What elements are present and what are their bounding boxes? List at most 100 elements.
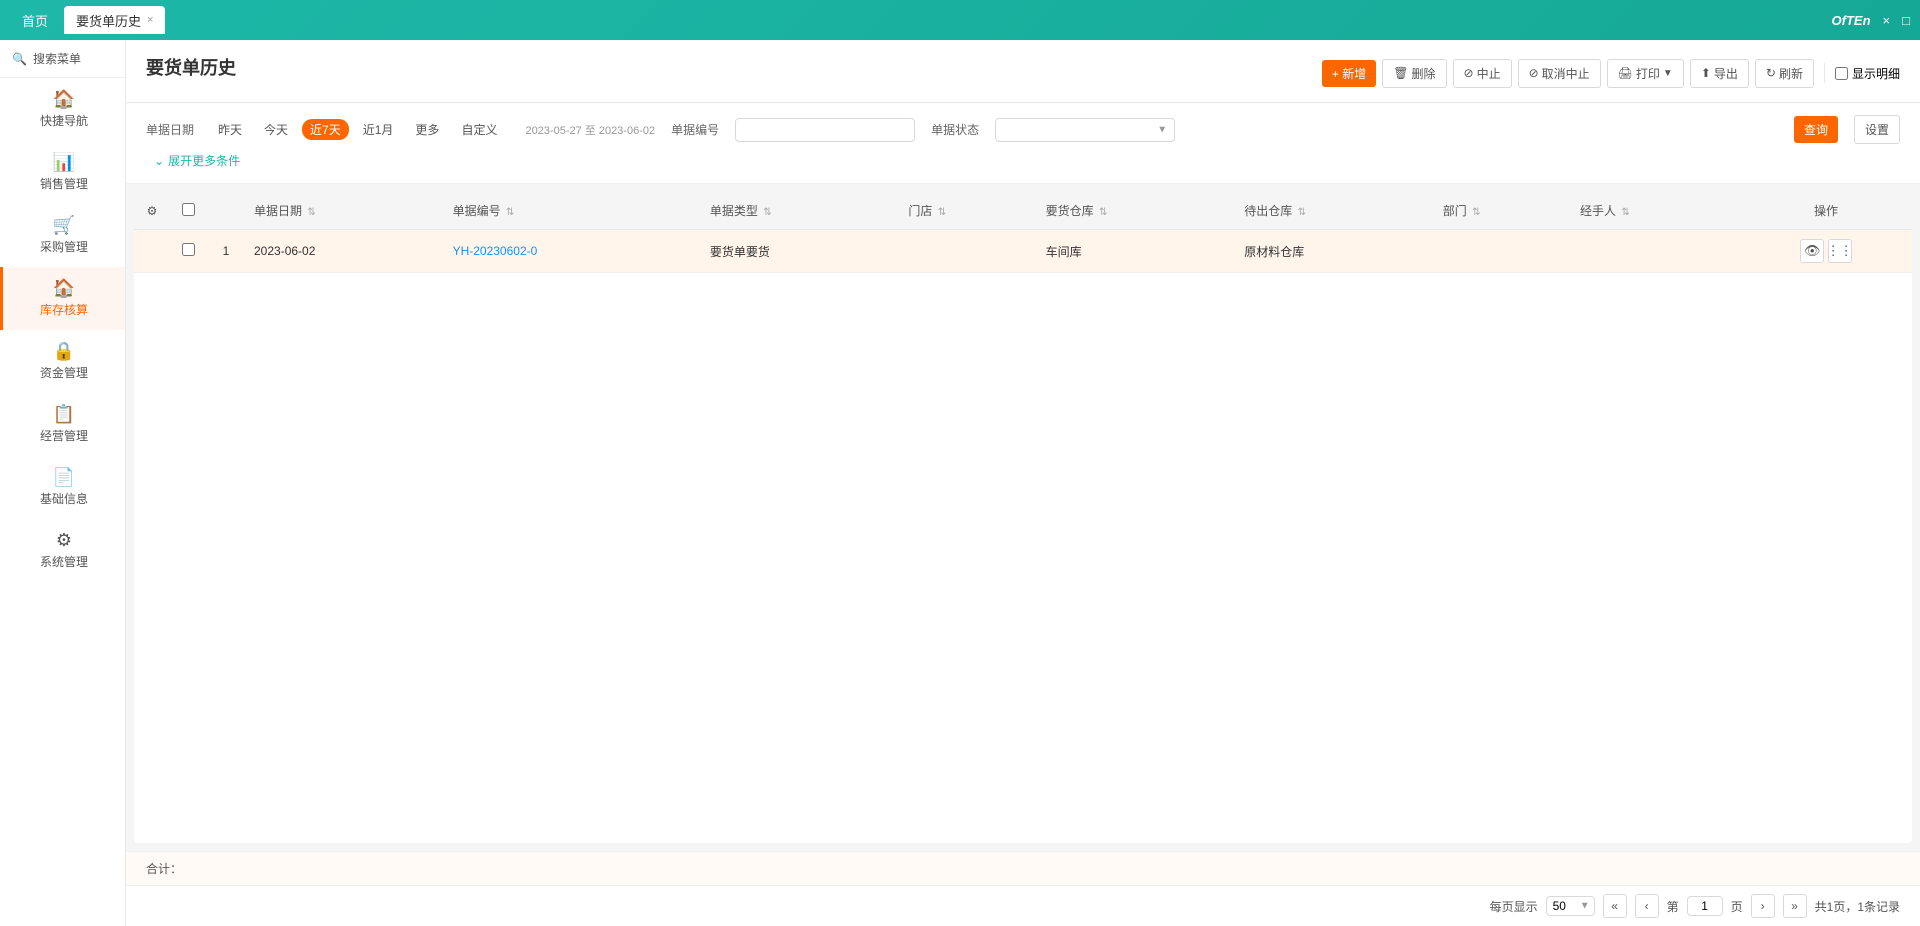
row-store-cell (900, 230, 1037, 273)
cancel-stop-button[interactable]: ⊘ 取消中止 (1518, 59, 1601, 88)
date-option-today[interactable]: 今天 (256, 119, 296, 140)
col-doc-date[interactable]: 单据日期 ⇅ (246, 192, 445, 230)
page-size-select[interactable]: 50 100 200 (1546, 896, 1595, 916)
page-size-label: 每页显示 (1490, 898, 1538, 915)
page-number-input[interactable] (1687, 896, 1723, 916)
show-detail-checkbox[interactable] (1835, 67, 1848, 80)
total-label: 合计： (146, 860, 182, 877)
sidebar-item-system[interactable]: ⚙ 系统管理 (0, 519, 125, 582)
page-last-btn[interactable]: » (1783, 894, 1807, 918)
refresh-button[interactable]: ↻ 刷新 (1755, 59, 1814, 88)
col-doc-type[interactable]: 单据类型 ⇅ (702, 192, 901, 230)
select-all-checkbox[interactable] (182, 203, 195, 216)
row-doc-type-cell: 要货单要货 (702, 230, 901, 273)
data-table: ⚙ 单据日期 ⇅ 单据编号 ⇅ (134, 192, 1912, 273)
sidebar-item-inventory[interactable]: 🏠 库存核算 (0, 267, 125, 330)
tab-doc-history[interactable]: 要货单历史 × (64, 6, 165, 34)
system-icon: ⚙ (56, 531, 72, 549)
expand-more-btn[interactable]: ⌄ 展开更多条件 (146, 148, 1900, 173)
row-checkbox[interactable] (182, 243, 195, 256)
page-first-btn[interactable]: « (1603, 894, 1627, 918)
tab-home[interactable]: 首页 (10, 6, 60, 34)
query-button[interactable]: 查询 (1794, 116, 1838, 143)
sidebar-item-operation-label: 经营管理 (40, 427, 88, 444)
operation-icon: 📋 (53, 405, 75, 423)
col-num (206, 192, 246, 230)
col-settings[interactable]: ⚙ (134, 192, 170, 230)
docno-filter-input[interactable] (735, 118, 915, 142)
docno-filter-label: 单据编号 (671, 121, 719, 138)
sort-icon-waitwh: ⇅ (1298, 207, 1306, 218)
settings-button[interactable]: 设置 (1854, 115, 1900, 144)
sort-icon-handler: ⇅ (1621, 207, 1629, 218)
status-filter-select[interactable] (995, 118, 1175, 142)
sidebar-item-sales[interactable]: 📊 销售管理 (0, 141, 125, 204)
sidebar-item-quick-nav[interactable]: 🏠 快捷导航 (0, 78, 125, 141)
col-doc-no[interactable]: 单据编号 ⇅ (445, 192, 702, 230)
col-wait-warehouse[interactable]: 待出仓库 ⇅ (1236, 192, 1435, 230)
show-detail-toggle[interactable]: 显示明细 (1835, 65, 1900, 82)
date-option-more[interactable]: 更多 (407, 119, 447, 140)
date-option-yesterday[interactable]: 昨天 (210, 119, 250, 140)
delete-button[interactable]: 🗑 删除 (1382, 59, 1446, 88)
row-wait-wh-cell: 原材料仓库 (1236, 230, 1435, 273)
cancel-stop-icon: ⊘ (1529, 66, 1539, 80)
pagination-total-info: 共1页，1条记录 (1815, 898, 1900, 915)
date-option-7days[interactable]: 近7天 (302, 119, 349, 140)
sort-icon-reqwh: ⇅ (1099, 207, 1107, 218)
sidebar-search[interactable]: 🔍 搜索菜单 (0, 40, 125, 78)
sidebar-item-purchase[interactable]: 🛒 采购管理 (0, 204, 125, 267)
sidebar-item-finance[interactable]: 🔒 资金管理 (0, 330, 125, 393)
page-size-wrap: 50 100 200 (1546, 896, 1595, 916)
row-doc-date-cell: 2023-06-02 (246, 230, 445, 273)
row-dept-cell (1435, 230, 1572, 273)
refresh-icon: ↻ (1766, 66, 1776, 80)
export-icon: ⬆ (1701, 66, 1711, 80)
status-filter-label: 单据状态 (931, 121, 979, 138)
sidebar: 🔍 搜索菜单 🏠 快捷导航 📊 销售管理 🛒 采购管理 🏠 库存核算 🔒 资金管… (0, 40, 126, 926)
sort-icon-store: ⇅ (938, 207, 946, 218)
expand-icon: ⌄ (154, 154, 164, 168)
sidebar-item-operation[interactable]: 📋 经营管理 (0, 393, 125, 456)
page-header: 要货单历史 + 新增 🗑 删除 ⊘ 中止 ⊘ 取消中止 (126, 40, 1920, 103)
date-option-1month[interactable]: 近1月 (355, 119, 402, 140)
tab-doc-history-label: 要货单历史 (76, 11, 141, 30)
tab-home-label: 首页 (22, 11, 48, 30)
table-row: 1 2023-06-02 YH-20230602-0 要货单要货 车间库 原材料… (134, 230, 1912, 273)
layout: 🔍 搜索菜单 🏠 快捷导航 📊 销售管理 🛒 采购管理 🏠 库存核算 🔒 资金管… (0, 40, 1920, 926)
print-arrow: ▼ (1663, 68, 1673, 79)
date-options: 昨天 今天 近7天 近1月 更多 自定义 (210, 119, 505, 140)
sales-icon: 📊 (53, 153, 75, 171)
brand-label: OfTEn (1832, 13, 1871, 28)
row-action-view[interactable]: 👁 (1800, 239, 1824, 263)
sort-icon-docno: ⇅ (506, 207, 514, 218)
window-maximize[interactable]: □ (1902, 13, 1910, 28)
row-doc-no-cell[interactable]: YH-20230602-0 (445, 230, 702, 273)
col-checkbox[interactable] (170, 192, 206, 230)
col-store[interactable]: 门店 ⇅ (900, 192, 1037, 230)
col-req-warehouse[interactable]: 要货仓库 ⇅ (1038, 192, 1237, 230)
page-prev-btn[interactable]: ‹ (1635, 894, 1659, 918)
sidebar-item-inventory-label: 库存核算 (40, 301, 88, 318)
export-button[interactable]: ⬆ 导出 (1690, 59, 1749, 88)
col-handler[interactable]: 经手人 ⇅ (1572, 192, 1740, 230)
col-dept[interactable]: 部门 ⇅ (1435, 192, 1572, 230)
sort-icon-doctype: ⇅ (763, 207, 771, 218)
sort-icon-docdate: ⇅ (307, 207, 315, 218)
print-button[interactable]: 🖨 打印 ▼ (1607, 59, 1684, 88)
new-button[interactable]: + 新增 (1322, 60, 1376, 87)
page-title: 要货单历史 (146, 54, 236, 80)
delete-icon: 🗑 (1393, 66, 1408, 80)
sidebar-item-basic-info[interactable]: 📄 基础信息 (0, 456, 125, 519)
sidebar-item-quick-nav-label: 快捷导航 (40, 112, 88, 129)
inventory-icon: 🏠 (53, 279, 75, 297)
date-option-custom[interactable]: 自定义 (453, 119, 505, 140)
pagination-bar: 每页显示 50 100 200 « ‹ 第 页 › » 共1页，1条记录 (126, 885, 1920, 926)
row-checkbox-cell[interactable] (170, 230, 206, 273)
page-next-btn[interactable]: › (1751, 894, 1775, 918)
top-bar-right: OfTEn × □ (1832, 13, 1910, 28)
close-icon[interactable]: × (147, 14, 153, 26)
window-close[interactable]: × (1883, 13, 1891, 28)
row-action-more[interactable]: ⋮⋮ (1828, 239, 1852, 263)
stop-button[interactable]: ⊘ 中止 (1453, 59, 1512, 88)
